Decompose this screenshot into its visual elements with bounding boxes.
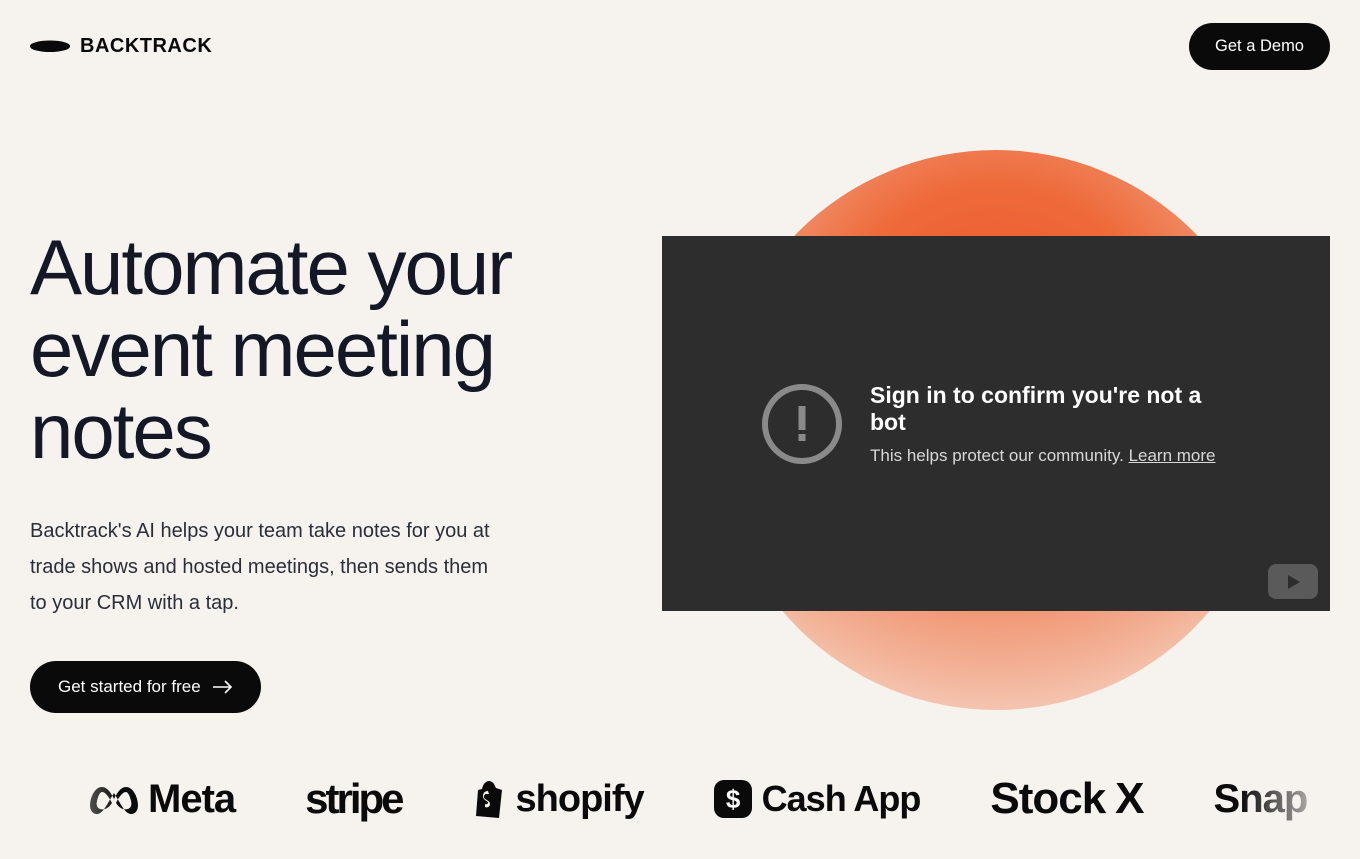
arrow-right-icon [213, 680, 233, 694]
video-heading: Sign in to confirm you're not a bot [870, 382, 1230, 436]
video-body: This helps protect our community. Learn … [870, 446, 1230, 466]
logo-shopify: shopify [472, 778, 644, 821]
logo-stockx: StockX [990, 774, 1143, 824]
hero-copy: Automate your event meeting notes Backtr… [30, 187, 550, 713]
logo-meta: Meta [90, 777, 235, 822]
brand-logo[interactable]: BACKTRACK [30, 35, 212, 58]
logo-cashapp: $ Cash App [714, 778, 921, 820]
video-body-text: This helps protect our community. [870, 446, 1129, 465]
video-message: Sign in to confirm you're not a bot This… [662, 382, 1330, 466]
header: BACKTRACK Get a Demo [0, 0, 1360, 70]
logo-partial-left: o Inc. [0, 778, 20, 820]
brand-name: BACKTRACK [80, 35, 212, 58]
learn-more-link[interactable]: Learn more [1129, 446, 1216, 465]
warning-icon [762, 384, 842, 464]
get-demo-button[interactable]: Get a Demo [1189, 23, 1330, 70]
logo-stockx-stock: Stock [990, 774, 1105, 824]
cashapp-icon: $ [714, 780, 752, 818]
logo-stripe: stripe [305, 775, 401, 823]
shopify-bag-icon [472, 780, 506, 818]
logo-stockx-x: X [1115, 774, 1143, 824]
logo-cashapp-text: Cash App [762, 778, 921, 820]
get-demo-label: Get a Demo [1215, 37, 1304, 55]
meta-icon [90, 783, 138, 815]
video-embed[interactable]: Sign in to confirm you're not a bot This… [662, 236, 1330, 611]
logo-meta-text: Meta [148, 777, 235, 822]
hero-subtitle: Backtrack's AI helps your team take note… [30, 513, 500, 621]
hero-section: Automate your event meeting notes Backtr… [0, 140, 1360, 760]
logo-snap-partial: Snap [1214, 777, 1308, 822]
logo-shopify-text: shopify [516, 778, 644, 821]
play-icon [1284, 573, 1302, 591]
hero-media: Sign in to confirm you're not a bot This… [662, 150, 1330, 750]
hero-title: Automate your event meeting notes [30, 227, 550, 473]
youtube-badge[interactable] [1268, 564, 1318, 599]
get-started-button[interactable]: Get started for free [30, 661, 261, 713]
backtrack-logo-icon [30, 39, 70, 53]
logo-row: o Inc. Meta stripe shopify $ Cash App St… [0, 774, 1307, 824]
customer-logo-strip: o Inc. Meta stripe shopify $ Cash App St… [0, 739, 1360, 859]
get-started-label: Get started for free [58, 677, 201, 697]
